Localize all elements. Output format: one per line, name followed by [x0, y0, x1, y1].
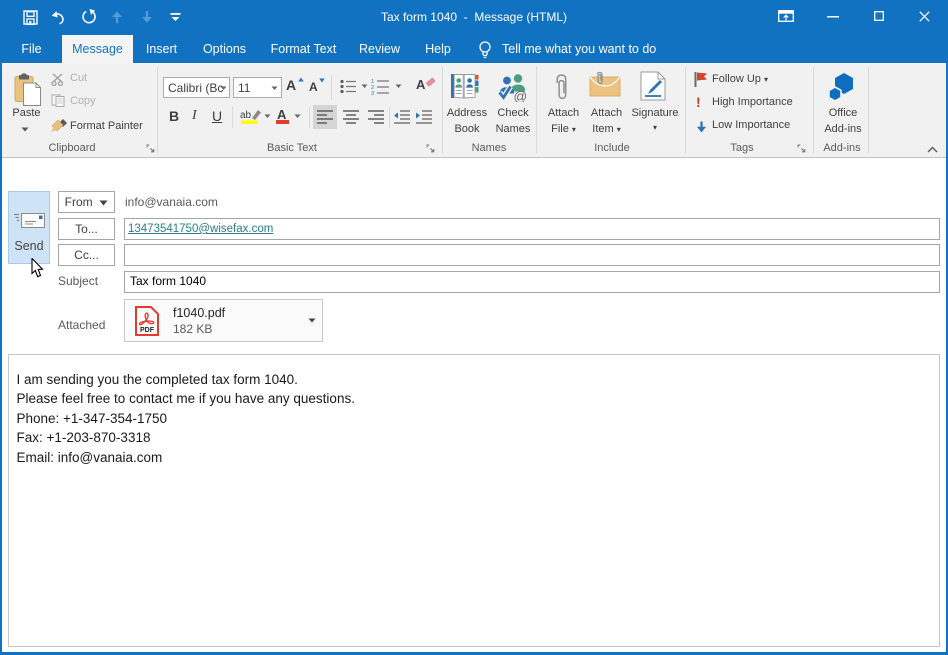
svg-text:@: @	[514, 89, 528, 102]
svg-text:ab: ab	[240, 110, 252, 121]
svg-text:PDF: PDF	[140, 327, 155, 334]
svg-text:3: 3	[371, 91, 374, 95]
